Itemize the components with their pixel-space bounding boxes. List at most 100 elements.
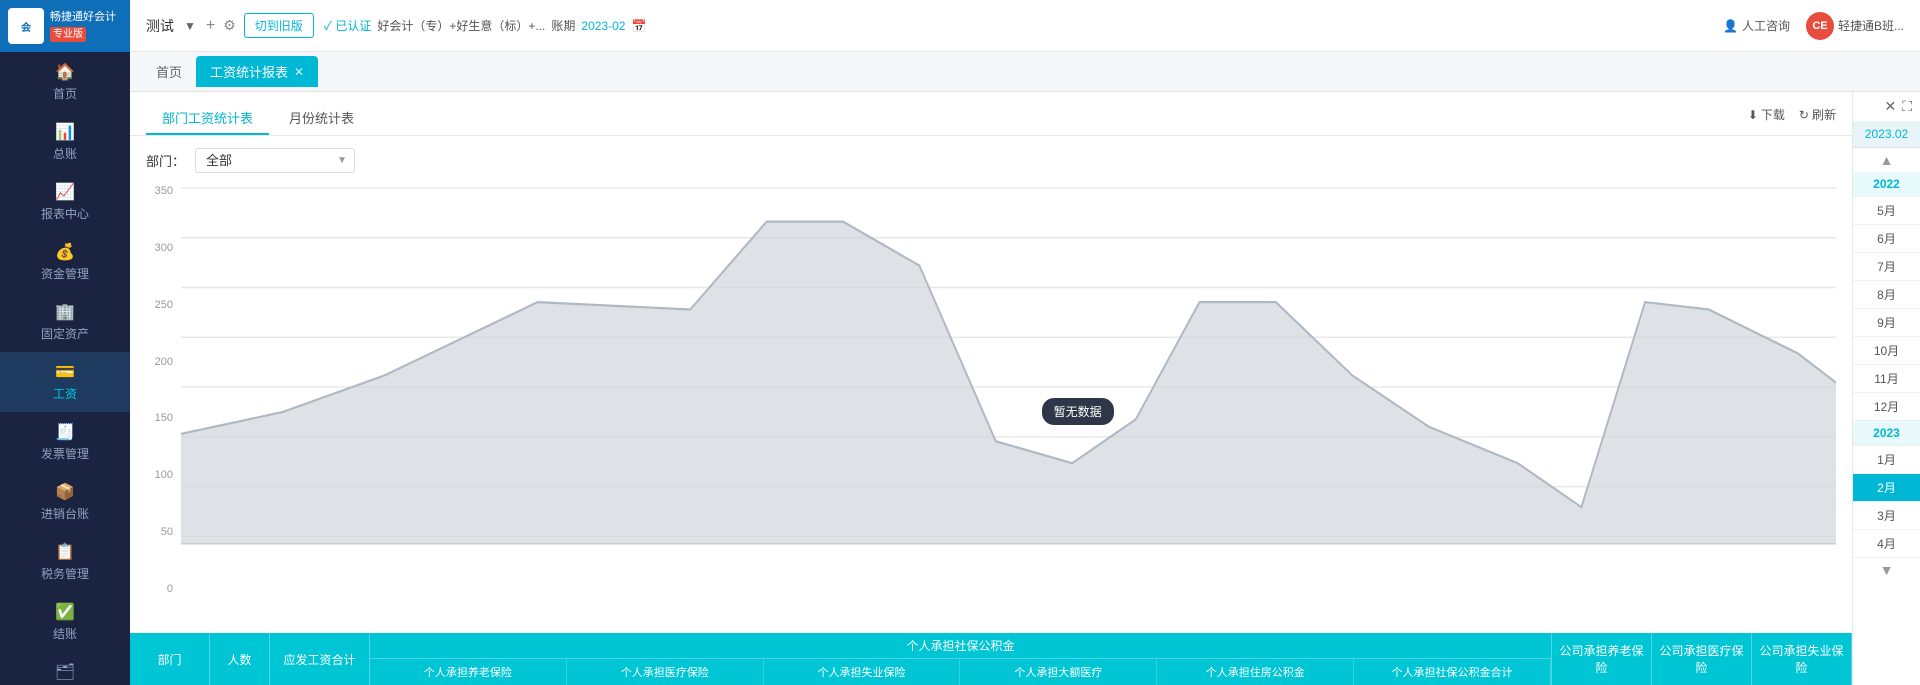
- th-count: 人数: [210, 633, 270, 685]
- content: 部门工资统计表 月份统计表 ⬇ 下载 ↻ 刷新: [130, 92, 1920, 685]
- chart-svg: 暂无数据: [181, 185, 1836, 595]
- th-total-salary: 应发工资合计: [270, 633, 370, 685]
- right-panel: ✕ ⛶ 2023.02 ▲ 2022 5月 6月 7月 8月 9月 10月 11…: [1852, 92, 1920, 685]
- month-9[interactable]: 9月: [1853, 309, 1920, 337]
- th-dept: 部门: [130, 633, 210, 685]
- panel-close-icon[interactable]: ✕: [1884, 98, 1896, 115]
- main-area: 测试 ▼ + ⚙ 切到旧版 ✓ 已认证 好会计（专）+好生意（标）+... 账期…: [130, 0, 1920, 685]
- topbar-title: 测试: [146, 16, 174, 36]
- month-11[interactable]: 11月: [1853, 365, 1920, 393]
- month-2023-2[interactable]: 2月: [1853, 474, 1920, 502]
- th-social-total: 个人承担社保公积金合计: [1354, 659, 1551, 685]
- subtab-month[interactable]: 月份统计表: [273, 102, 370, 135]
- tabbar: 首页 工资统计报表 ✕: [130, 52, 1920, 92]
- ledger-icon: 📊: [55, 122, 75, 142]
- assets-icon: 🏢: [55, 302, 75, 322]
- filterbar: 部门： 全部 研发部 销售部 财务部 行政部: [130, 136, 1852, 185]
- th-major-medical: 个人承担大额医疗: [960, 659, 1157, 685]
- th-group-social: 个人承担社保公积金 个人承担养老保险 个人承担医疗保险 个人承担失业保险 个人承…: [370, 633, 1552, 685]
- sidebar-item-tax[interactable]: 📋 税务管理: [0, 532, 130, 592]
- content-main: 部门工资统计表 月份统计表 ⬇ 下载 ↻ 刷新: [130, 92, 1852, 685]
- sidebar-item-ledger[interactable]: 📊 总账: [0, 112, 130, 172]
- switch-old-btn[interactable]: 切到旧版: [244, 13, 314, 38]
- sidebar-item-archive[interactable]: 🗂 归档管理: [0, 652, 130, 685]
- area-chart: [181, 185, 1836, 595]
- add-button[interactable]: +: [206, 17, 215, 35]
- th-pension: 个人承担养老保险: [370, 659, 567, 685]
- date-current[interactable]: 2023.02: [1853, 121, 1920, 148]
- support-icon: 👤: [1723, 19, 1738, 33]
- year-2022: 2022: [1853, 172, 1920, 197]
- home-icon: 🏠: [55, 62, 75, 82]
- sidebar-nav: 🏠 首页 📊 总账 📈 报表中心 💰 资金管理 🏢 固定资产 💳 工资 🧾 发票…: [0, 52, 130, 685]
- tab-salary-report[interactable]: 工资统计报表 ✕: [196, 56, 318, 87]
- purchase-icon: 📦: [55, 482, 75, 502]
- sidebar-item-purchase[interactable]: 📦 进销台账: [0, 472, 130, 532]
- month-10[interactable]: 10月: [1853, 337, 1920, 365]
- y-axis: 0 50 100 150 200 250 300 350: [146, 185, 181, 595]
- month-6[interactable]: 6月: [1853, 225, 1920, 253]
- dept-select-wrap: 全部 研发部 销售部 财务部 行政部: [195, 148, 355, 173]
- sidebar-logo: 会 畅捷通好会计 专业版: [0, 0, 130, 52]
- sidebar-item-salary[interactable]: 💳 工资: [0, 352, 130, 412]
- topbar-dropdown[interactable]: ▼: [184, 19, 196, 33]
- table-header-bar: 部门 人数 应发工资合计 个人承担社保公积金 个人承担养老保险 个人承担医疗保险…: [130, 633, 1852, 685]
- th-group-cols: 个人承担养老保险 个人承担医疗保险 个人承担失业保险 个人承担大额医疗 个人承担…: [370, 659, 1551, 685]
- topbar-right: 👤 人工咨询 CE 轻捷通B班...: [1723, 12, 1904, 40]
- subtab-actions: ⬇ 下载 ↻ 刷新: [1748, 106, 1836, 131]
- month-2023-3[interactable]: 3月: [1853, 502, 1920, 530]
- sidebar-item-home[interactable]: 🏠 首页: [0, 52, 130, 112]
- sidebar-item-assets[interactable]: 🏢 固定资产: [0, 292, 130, 352]
- th-company-unemployment: 公司承担失业保险: [1752, 633, 1852, 685]
- calendar-icon[interactable]: 📅: [631, 19, 646, 33]
- th-housing-fund: 个人承担住房公积金: [1157, 659, 1354, 685]
- th-company-medical: 公司承担医疗保险: [1652, 633, 1752, 685]
- date-filter-panel: 2023.02 ▲ 2022 5月 6月 7月 8月 9月 10月 11月 12…: [1853, 121, 1920, 685]
- th-group-title: 个人承担社保公积金: [370, 633, 1551, 659]
- month-7[interactable]: 7月: [1853, 253, 1920, 281]
- th-medical: 个人承担医疗保险: [567, 659, 764, 685]
- chart-wrap: 0 50 100 150 200 250 300 350: [146, 185, 1836, 625]
- salary-icon: 💳: [55, 362, 75, 382]
- month-5[interactable]: 5月: [1853, 197, 1920, 225]
- year-2023: 2023: [1853, 421, 1920, 446]
- sidebar-item-fund[interactable]: 💰 资金管理: [0, 232, 130, 292]
- avatar: CE: [1806, 12, 1834, 40]
- right-panel-close-bar: ✕ ⛶: [1853, 92, 1920, 121]
- sidebar-item-reports[interactable]: 📈 报表中心: [0, 172, 130, 232]
- reports-icon: 📈: [55, 182, 75, 202]
- date-nav-down[interactable]: ▼: [1853, 558, 1920, 582]
- subtab-dept[interactable]: 部门工资统计表: [146, 102, 269, 135]
- settings-gear-icon[interactable]: ⚙: [223, 17, 236, 34]
- panel-expand-icon[interactable]: ⛶: [1902, 98, 1912, 115]
- fund-icon: 💰: [55, 242, 75, 262]
- certified-badge: ✓ 已认证: [324, 17, 372, 34]
- topbar-actions: + ⚙ 切到旧版: [206, 13, 314, 38]
- download-icon: ⬇: [1748, 108, 1758, 122]
- download-btn[interactable]: ⬇ 下载: [1748, 106, 1785, 123]
- month-8[interactable]: 8月: [1853, 281, 1920, 309]
- th-unemployment: 个人承担失业保险: [764, 659, 961, 685]
- archive-icon: 🗂: [55, 662, 75, 682]
- month-2023-1[interactable]: 1月: [1853, 446, 1920, 474]
- logo-text: 畅捷通好会计 专业版: [50, 10, 116, 41]
- dept-select[interactable]: 全部 研发部 销售部 财务部 行政部: [195, 148, 355, 173]
- sidebar-item-checkout[interactable]: ✅ 结账: [0, 592, 130, 652]
- tab-home[interactable]: 首页: [142, 56, 196, 87]
- chart-tooltip: 暂无数据: [1042, 398, 1114, 425]
- sidebar-item-invoice[interactable]: 🧾 发票管理: [0, 412, 130, 472]
- th-company-pension: 公司承担养老保险: [1552, 633, 1652, 685]
- period-value: 2023-02: [581, 19, 625, 33]
- dept-label: 部门：: [146, 151, 185, 170]
- tab-close-icon[interactable]: ✕: [294, 65, 304, 79]
- month-12[interactable]: 12月: [1853, 393, 1920, 421]
- subtabbar: 部门工资统计表 月份统计表 ⬇ 下载 ↻ 刷新: [130, 92, 1852, 136]
- user-btn[interactable]: CE 轻捷通B班...: [1806, 12, 1904, 40]
- support-btn[interactable]: 👤 人工咨询: [1723, 17, 1790, 34]
- date-nav-up[interactable]: ▲: [1853, 148, 1920, 172]
- refresh-btn[interactable]: ↻ 刷新: [1799, 106, 1836, 123]
- tags: 好会计（专）+好生意（标）+...: [377, 17, 545, 34]
- checkout-icon: ✅: [55, 602, 75, 622]
- chart-area: 0 50 100 150 200 250 300 350: [130, 185, 1852, 633]
- month-2023-4[interactable]: 4月: [1853, 530, 1920, 558]
